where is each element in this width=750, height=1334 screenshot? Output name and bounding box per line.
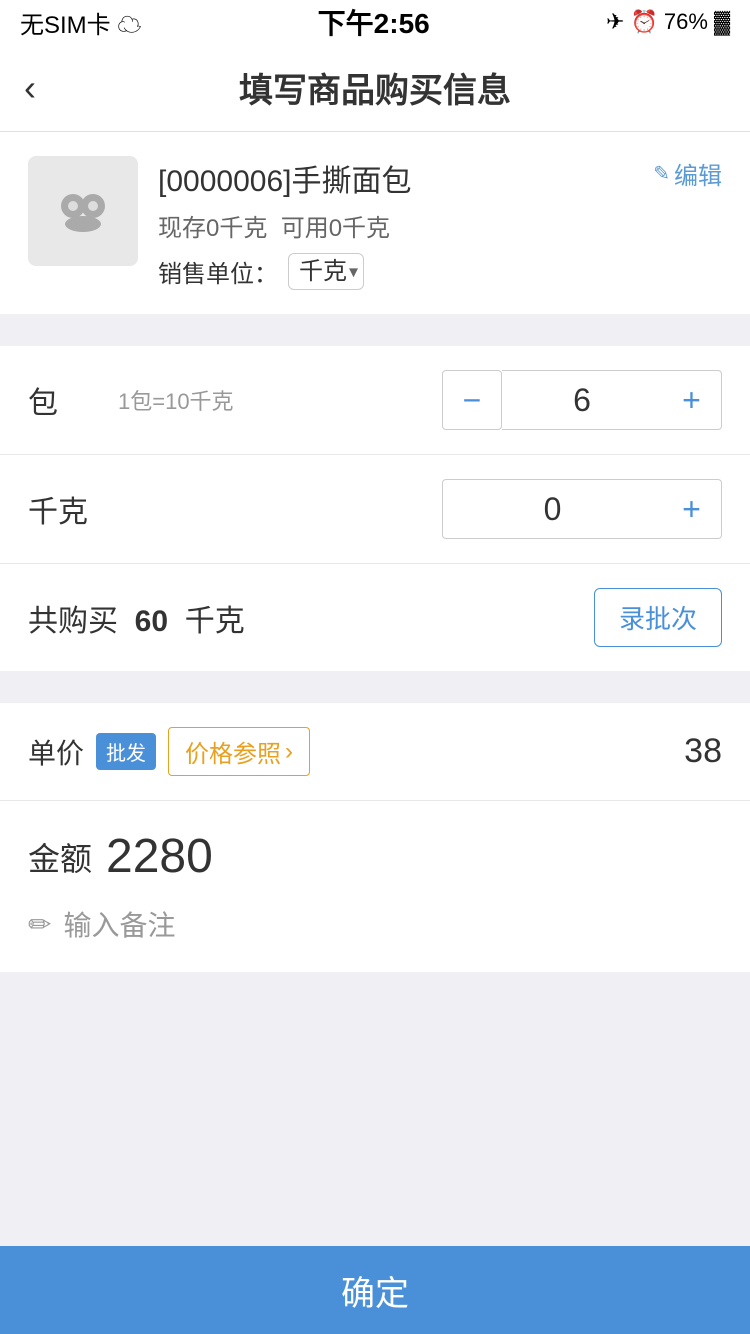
kg-row: 千克 + xyxy=(0,455,750,564)
kg-stepper: + xyxy=(442,479,722,539)
package-decrement-button[interactable]: − xyxy=(442,370,502,430)
battery-text: 76% xyxy=(664,9,708,35)
product-info: [0000006]手撕面包 ✎编辑 现存0千克 可用0千克 销售单位： 千克 xyxy=(158,156,722,290)
price-label: 单价 xyxy=(28,732,84,772)
product-image xyxy=(28,156,138,266)
edit-button[interactable]: ✎编辑 xyxy=(653,156,722,191)
remark-placeholder: 输入备注 xyxy=(63,904,175,944)
input-section: 包 1包=10千克 − + 千克 + xyxy=(0,346,750,564)
amount-value: 2280 xyxy=(106,829,213,884)
nav-bar: ‹ 填写商品购买信息 xyxy=(0,44,750,132)
location-icon: ✈ xyxy=(606,9,624,35)
price-row: 单价 批发 价格参照 › 38 xyxy=(0,703,750,801)
remark-row[interactable]: ✏ 输入备注 xyxy=(28,904,722,944)
confirm-button[interactable]: 确定 xyxy=(341,1266,409,1315)
batch-button[interactable]: 录批次 xyxy=(594,588,722,647)
status-bar: 无SIM卡 ☁ 下午2:56 ✈ ⏰ 76% ▓ xyxy=(0,0,750,44)
unit-select[interactable]: 千克 xyxy=(288,253,364,290)
package-row: 包 1包=10千克 − + xyxy=(0,346,750,455)
kg-label: 千克 xyxy=(28,487,108,531)
package-stepper: − + xyxy=(442,370,722,430)
status-time: 下午2:56 xyxy=(318,2,430,42)
package-label: 包 xyxy=(28,378,108,422)
package-increment-button[interactable]: + xyxy=(662,370,722,430)
product-name: [0000006]手撕面包 xyxy=(158,156,411,200)
section-divider-2 xyxy=(0,671,750,687)
price-section: 单价 批发 价格参照 › 38 xyxy=(0,703,750,801)
kg-increment-button[interactable]: + xyxy=(662,479,722,539)
amount-row: 金额 2280 xyxy=(28,829,722,884)
product-card: [0000006]手撕面包 ✎编辑 现存0千克 可用0千克 销售单位： 千克 xyxy=(0,132,750,314)
status-right: ✈ ⏰ 76% ▓ xyxy=(606,9,730,35)
price-tag: 批发 xyxy=(96,733,156,770)
status-left: 无SIM卡 ☁ xyxy=(20,5,141,40)
confirm-bar[interactable]: 确定 xyxy=(0,1246,750,1334)
kg-input[interactable] xyxy=(442,479,662,539)
back-button[interactable]: ‹ xyxy=(24,67,36,109)
sim-text: 无SIM卡 ☁ xyxy=(20,5,141,40)
bottom-area xyxy=(0,972,750,1272)
alarm-icon: ⏰ xyxy=(630,9,657,35)
summary-text: 共购买 60 千克 xyxy=(28,596,245,640)
summary-row: 共购买 60 千克 录批次 xyxy=(0,564,750,671)
package-input[interactable] xyxy=(502,370,662,430)
product-header: [0000006]手撕面包 ✎编辑 xyxy=(158,156,722,200)
amount-section: 金额 2280 ✏ 输入备注 xyxy=(0,801,750,972)
section-divider-1 xyxy=(0,330,750,346)
price-ref-button[interactable]: 价格参照 › xyxy=(168,727,310,776)
product-unit-row: 销售单位： 千克 xyxy=(158,253,722,290)
unit-select-wrap[interactable]: 千克 xyxy=(288,253,364,290)
remark-icon: ✏ xyxy=(28,908,51,941)
package-hint: 1包=10千克 xyxy=(118,384,442,416)
page-title: 填写商品购买信息 xyxy=(239,63,511,112)
product-stock: 现存0千克 可用0千克 xyxy=(158,208,722,243)
price-value: 38 xyxy=(684,732,722,771)
amount-label: 金额 xyxy=(28,834,92,880)
battery-icon: ▓ xyxy=(714,9,730,35)
